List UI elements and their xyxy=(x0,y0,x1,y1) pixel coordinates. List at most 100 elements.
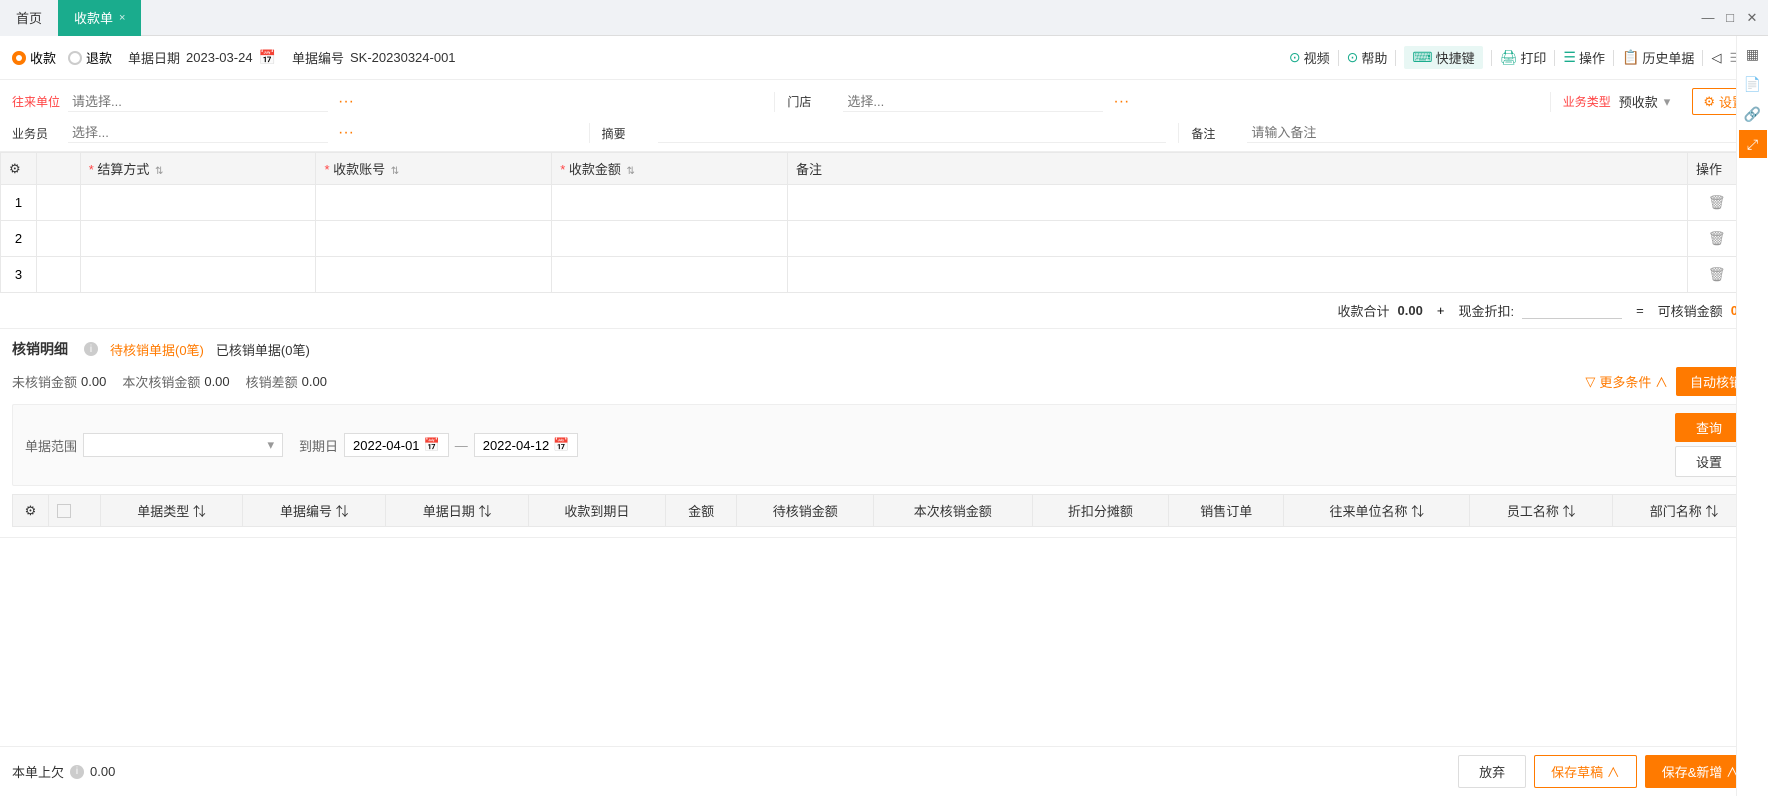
pending-tab[interactable]: 待核销单据(0笔) xyxy=(110,340,204,359)
summary-field: 摘要 xyxy=(602,123,1167,143)
sidebar-note-icon[interactable]: 📄 xyxy=(1739,70,1767,98)
counterpart-field: 往来单位 ··· xyxy=(12,92,762,112)
range-select[interactable]: ▾ xyxy=(83,433,283,457)
bt-checkbox-header[interactable] xyxy=(49,495,101,527)
bt-th-amount: 金额 xyxy=(665,495,737,527)
row1-amount[interactable] xyxy=(552,185,788,221)
range-label: 单据范围 xyxy=(25,436,77,455)
bt-date-sort-icon[interactable]: ⇅ xyxy=(478,504,491,519)
bottom-actions: 放弃 保存草稿 ∧ 保存&新增 ∧ xyxy=(1458,755,1756,788)
due-date-label: 到期日 xyxy=(299,436,338,455)
help-action[interactable]: ⊙ 帮助 xyxy=(1347,48,1388,67)
nav-prev[interactable]: ◁ xyxy=(1711,50,1721,66)
divider-6 xyxy=(1702,50,1703,66)
bt-dept-sort-icon[interactable]: ⇅ xyxy=(1705,504,1718,519)
remarks-field: 备注 xyxy=(1191,123,1756,143)
date-from-input[interactable]: 2022-04-01 📅 xyxy=(344,433,449,457)
form-divider-3 xyxy=(589,123,590,143)
select-all-checkbox[interactable] xyxy=(57,504,71,518)
video-label: 视频 xyxy=(1304,48,1330,67)
row2-account[interactable] xyxy=(316,221,552,257)
divider-2 xyxy=(1395,50,1396,66)
row1-settlement[interactable] xyxy=(80,185,316,221)
form-divider-4 xyxy=(1178,123,1179,143)
row3-remark[interactable] xyxy=(788,257,1688,293)
row3-amount[interactable] xyxy=(552,257,788,293)
close-button[interactable]: ✕ xyxy=(1744,10,1760,26)
ops-action[interactable]: ☰ 操作 xyxy=(1563,48,1605,67)
shop-more-icon[interactable]: ··· xyxy=(1109,93,1133,111)
receipt-table-container: ⚙ * 结算方式 ⇅ * 收款账号 ⇅ * 收款金额 xyxy=(0,152,1768,329)
amount-sort-icon[interactable]: ⇅ xyxy=(627,166,635,177)
sidebar-expand-icon[interactable]: ⤢ xyxy=(1739,130,1767,158)
tab-home[interactable]: 首页 xyxy=(0,0,58,36)
divider-3 xyxy=(1491,50,1492,66)
maximize-button[interactable]: □ xyxy=(1722,10,1738,26)
verify-label: 可核销金额 xyxy=(1658,301,1723,320)
history-action[interactable]: 📋 历史单据 xyxy=(1622,48,1694,67)
sidebar-table-icon[interactable]: ▦ xyxy=(1739,40,1767,68)
discount-input[interactable] xyxy=(1522,303,1622,319)
verify-info-icon[interactable]: i xyxy=(84,342,98,356)
bt-counterpart-sort-icon[interactable]: ⇅ xyxy=(1411,504,1424,519)
done-tab[interactable]: 已核销单据(0笔) xyxy=(216,340,310,359)
biz-type-selector[interactable]: 预收款 ▾ xyxy=(1619,92,1671,111)
print-action[interactable]: 🖨 打印 xyxy=(1500,48,1547,67)
bt-type-sort-icon[interactable]: ⇅ xyxy=(193,504,206,519)
filter-settings-button[interactable]: 设置 xyxy=(1675,446,1743,477)
tab-receipt[interactable]: 收款单 × xyxy=(58,0,141,36)
verify-title: 核销明细 xyxy=(12,339,68,359)
calendar-icon[interactable]: 📅 xyxy=(259,49,276,66)
row3-no2 xyxy=(37,257,81,293)
calendar-from-icon[interactable]: 📅 xyxy=(424,437,440,453)
bottom-info-icon[interactable]: i xyxy=(70,765,84,779)
row1-remark[interactable] xyxy=(788,185,1688,221)
more-filter-button[interactable]: ▽ 更多条件 ∧ xyxy=(1585,372,1668,391)
more-filter-label: 更多条件 ∧ xyxy=(1599,372,1668,391)
minimize-button[interactable]: — xyxy=(1700,10,1716,26)
divider-4 xyxy=(1554,50,1555,66)
summary-input[interactable] xyxy=(658,123,1167,143)
receipt-radio-label: 收款 xyxy=(30,48,56,67)
bt-staff-sort-icon[interactable]: ⇅ xyxy=(1563,504,1576,519)
shop-input[interactable] xyxy=(843,92,1103,112)
abandon-button[interactable]: 放弃 xyxy=(1458,755,1526,788)
row1-delete-icon[interactable]: 🗑 xyxy=(1708,194,1726,210)
receipt-radio[interactable]: 收款 xyxy=(12,48,56,67)
row2-remark[interactable] xyxy=(788,221,1688,257)
sum-label: 收款合计 xyxy=(1338,301,1390,320)
save-draft-label: 保存草稿 ∧ xyxy=(1551,762,1620,781)
sidebar-link-icon[interactable]: 🔗 xyxy=(1739,100,1767,128)
row2-amount[interactable] xyxy=(552,221,788,257)
row3-account[interactable] xyxy=(316,257,552,293)
counterpart-more-icon[interactable]: ··· xyxy=(334,93,358,111)
shortcut-action[interactable]: ⌨ 快捷键 xyxy=(1404,46,1482,69)
account-sort-icon[interactable]: ⇅ xyxy=(391,166,399,177)
doc-date-value: 2023-03-24 xyxy=(186,50,253,65)
help-label: 帮助 xyxy=(1361,48,1387,67)
video-action[interactable]: ⊙ 视频 xyxy=(1289,48,1330,67)
row3-settlement[interactable] xyxy=(80,257,316,293)
date-to-input[interactable]: 2022-04-12 📅 xyxy=(474,433,579,457)
bt-gear-header[interactable]: ⚙ xyxy=(13,495,49,527)
remarks-input[interactable] xyxy=(1247,123,1756,143)
query-button[interactable]: 查询 xyxy=(1675,413,1743,442)
row1-account[interactable] xyxy=(316,185,552,221)
save-draft-button[interactable]: 保存草稿 ∧ xyxy=(1534,755,1637,788)
tab-receipt-label: 收款单 xyxy=(74,8,113,27)
calendar-to-icon[interactable]: 📅 xyxy=(553,437,569,453)
toolbar-right: ⊙ 视频 ⊙ 帮助 ⌨ 快捷键 🖨 打印 ☰ 操作 xyxy=(1289,46,1756,69)
bt-no-sort-icon[interactable]: ⇅ xyxy=(336,504,349,519)
salesperson-input[interactable] xyxy=(68,123,328,143)
table-gear-header[interactable]: ⚙ xyxy=(1,153,37,185)
row2-settlement[interactable] xyxy=(80,221,316,257)
settlement-sort-icon[interactable]: ⇅ xyxy=(155,166,163,177)
refund-radio[interactable]: 退款 xyxy=(68,48,112,67)
row3-delete-icon[interactable]: 🗑 xyxy=(1708,266,1726,282)
tab-close-icon[interactable]: × xyxy=(119,12,125,24)
salesperson-more-icon[interactable]: ··· xyxy=(334,124,358,142)
print-icon: 🖨 xyxy=(1500,49,1518,66)
bottom-info-label: 本单上欠 xyxy=(12,762,64,781)
counterpart-input[interactable] xyxy=(68,92,328,112)
row2-delete-icon[interactable]: 🗑 xyxy=(1708,230,1726,246)
